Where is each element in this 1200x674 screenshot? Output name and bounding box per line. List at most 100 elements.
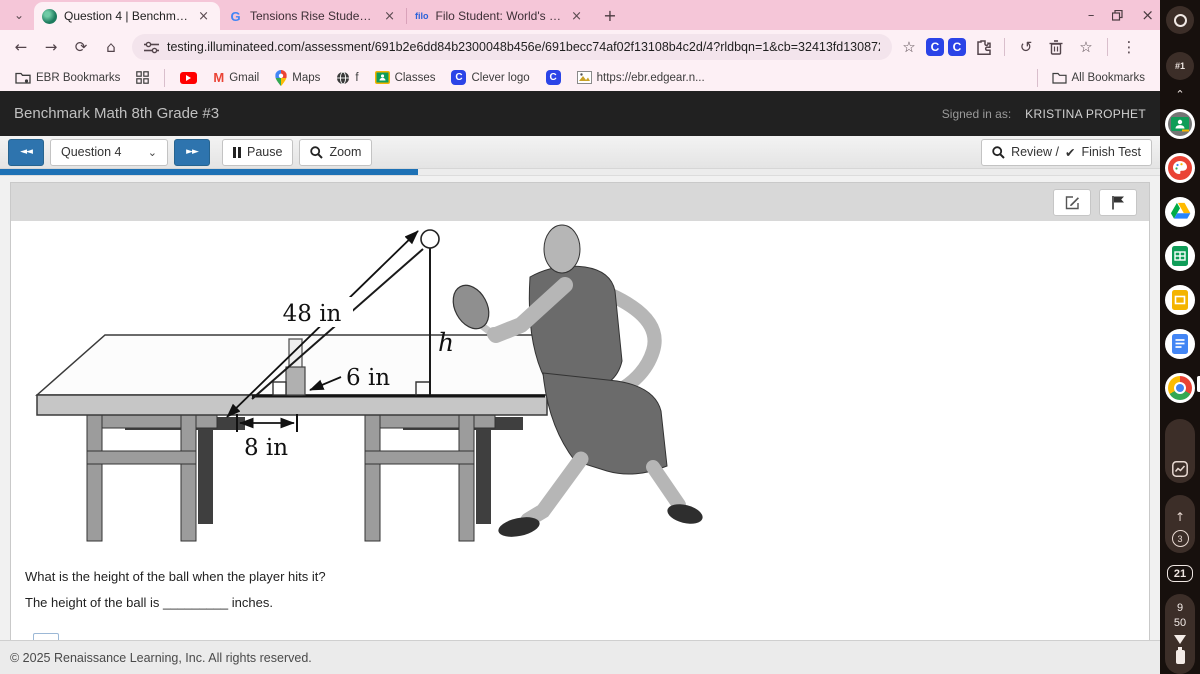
tab-tensions-rise[interactable]: G Tensions Rise Students identify × xyxy=(220,2,406,30)
bookmark-clever-2[interactable]: C xyxy=(541,68,566,87)
restore-icon[interactable] xyxy=(1112,9,1124,21)
bookmark-label: Gmail xyxy=(229,71,260,84)
tab-label: Tensions Rise Students identify xyxy=(250,9,376,23)
bookmark-maps[interactable]: Maps xyxy=(270,68,325,88)
bookmark-gmail[interactable]: M Gmail xyxy=(208,68,264,87)
notification-pill[interactable]: ↑ 3 xyxy=(1165,495,1195,553)
answer-prefix: The height of the ball is xyxy=(25,595,160,610)
flag-icon xyxy=(1112,195,1124,209)
arts-palette-icon[interactable] xyxy=(1165,153,1195,183)
notification-count: 3 xyxy=(1171,530,1189,547)
flag-button[interactable] xyxy=(1099,188,1137,216)
bookmark-star-icon[interactable]: ☆ xyxy=(896,34,922,60)
bookmark-classes[interactable]: Classes xyxy=(370,69,441,86)
pause-button[interactable]: Pause xyxy=(222,138,294,166)
divider xyxy=(164,68,166,87)
docs-icon[interactable] xyxy=(1165,329,1195,359)
tab-close-icon[interactable]: × xyxy=(195,9,212,24)
clever-extension-icon[interactable]: C xyxy=(926,38,944,56)
new-tab-button[interactable]: + xyxy=(597,2,623,28)
tab-question-4[interactable]: Question 4 | Benchmark Math 8 × xyxy=(34,2,220,30)
battery-icon xyxy=(1175,647,1185,664)
tab-count-badge[interactable]: #1 xyxy=(1166,52,1194,80)
filo-favicon-icon: filo xyxy=(415,10,429,21)
address-bar[interactable]: testing.illuminateed.com/assessment/691b… xyxy=(132,34,892,60)
ping-pong-diagram: 48 in h 6 in 8 in xyxy=(35,224,703,542)
bookmark-youtube[interactable] xyxy=(175,70,202,86)
tab-close-icon[interactable]: × xyxy=(381,9,398,24)
classroom-icon[interactable] xyxy=(1165,109,1195,139)
minimize-icon[interactable]: – xyxy=(1088,8,1095,23)
chart-app-icon[interactable] xyxy=(1165,419,1195,483)
extensions-puzzle-icon[interactable] xyxy=(970,34,996,60)
gmail-icon: M xyxy=(213,70,225,85)
youtube-icon xyxy=(180,71,198,84)
magnifier-icon xyxy=(310,145,324,159)
question-panel: 48 in h 6 in 8 in What is the height of … xyxy=(10,182,1150,640)
previous-question-button[interactable]: ◄◄ xyxy=(8,138,44,166)
ball xyxy=(420,229,440,249)
image-icon xyxy=(576,71,592,84)
tab-filo-student[interactable]: filo Filo Student: World's Only Live × xyxy=(407,2,593,30)
next-question-button[interactable]: ►► xyxy=(174,138,210,166)
history-icon[interactable]: ↺ xyxy=(1013,34,1039,60)
kebab-menu-icon[interactable]: ⋮ xyxy=(1116,34,1142,60)
apps-grid-icon[interactable] xyxy=(131,69,154,86)
slides-icon[interactable] xyxy=(1165,285,1195,315)
close-window-icon[interactable]: × xyxy=(1141,6,1154,24)
status-area[interactable]: 9 50 xyxy=(1165,594,1195,674)
review-finish-button[interactable]: Review / ✔ Finish Test xyxy=(981,138,1152,166)
clock-hour: 9 xyxy=(1176,602,1184,614)
home-icon[interactable]: ⌂ xyxy=(98,34,124,60)
question-select[interactable]: Question 4 ⌄ xyxy=(50,138,168,166)
answer-blank[interactable]: _________ xyxy=(163,595,228,610)
sheets-icon[interactable] xyxy=(1165,241,1195,271)
window-controls: – × xyxy=(1088,0,1154,30)
tab-close-icon[interactable]: × xyxy=(568,9,585,24)
finish-test-label: Finish Test xyxy=(1081,145,1141,159)
arrow-up-icon: ↑ xyxy=(1174,510,1186,524)
content-area: 48 in h 6 in 8 in What is the height of … xyxy=(0,176,1160,640)
bookmark-edgear[interactable]: https://ebr.edgear.n... xyxy=(572,69,710,86)
question-prompt: What is the height of the ball when the … xyxy=(25,569,326,584)
clever-icon: C xyxy=(545,70,561,85)
bookmark-clever[interactable]: C Clever logo xyxy=(446,68,534,87)
pause-label: Pause xyxy=(247,145,283,159)
question-panel-header xyxy=(11,183,1149,221)
wifi-icon xyxy=(1174,635,1186,644)
answer-input[interactable] xyxy=(33,633,59,640)
base-label: 8 in xyxy=(244,435,288,461)
bookmark-folder-ebr[interactable]: EBR Bookmarks xyxy=(10,69,125,86)
clever-icon: C xyxy=(451,70,467,85)
progress-track xyxy=(0,169,1160,176)
circle-outline-icon[interactable] xyxy=(1166,6,1194,34)
trash-icon[interactable] xyxy=(1043,34,1069,60)
forward-icon[interactable]: → xyxy=(38,34,64,60)
pause-icon xyxy=(233,146,241,158)
google-favicon-icon: G xyxy=(230,8,241,24)
tab-search-chevron-icon[interactable]: ⌄ xyxy=(6,2,32,28)
chrome-icon[interactable] xyxy=(1165,373,1195,403)
bookmark-label: Classes xyxy=(394,71,436,84)
clever-extension-icon[interactable]: C xyxy=(948,38,966,56)
calendar-icon[interactable]: 21 xyxy=(1167,565,1193,582)
notes-button[interactable] xyxy=(1053,188,1091,216)
zoom-button[interactable]: Zoom xyxy=(299,138,373,166)
back-icon[interactable]: ← xyxy=(8,34,34,60)
side-panel: #1 ⌃ ↑ 3 21 9 50 xyxy=(1160,0,1200,674)
tab-label: Question 4 | Benchmark Math 8 xyxy=(64,9,190,23)
chevron-up-icon[interactable]: ⌃ xyxy=(1175,88,1184,101)
drive-icon[interactable] xyxy=(1165,197,1195,227)
test-header: Benchmark Math 8th Grade #3 Signed in as… xyxy=(0,91,1160,136)
footer: © 2025 Renaissance Learning, Inc. All ri… xyxy=(0,640,1160,674)
site-controls-icon[interactable] xyxy=(144,41,159,54)
bookmark-f[interactable]: f xyxy=(331,69,363,87)
bookmark-label: Maps xyxy=(292,71,321,84)
folder-icon xyxy=(1051,72,1067,84)
height-label: h xyxy=(438,328,454,357)
reload-icon[interactable]: ⟳ xyxy=(68,34,94,60)
net-label: 6 in xyxy=(346,365,390,391)
answer-sentence: The height of the ball is _________ inch… xyxy=(25,595,1149,610)
bookmark-star-sparkle-icon[interactable]: ☆ xyxy=(1073,34,1099,60)
all-bookmarks[interactable]: All Bookmarks xyxy=(1047,70,1151,86)
